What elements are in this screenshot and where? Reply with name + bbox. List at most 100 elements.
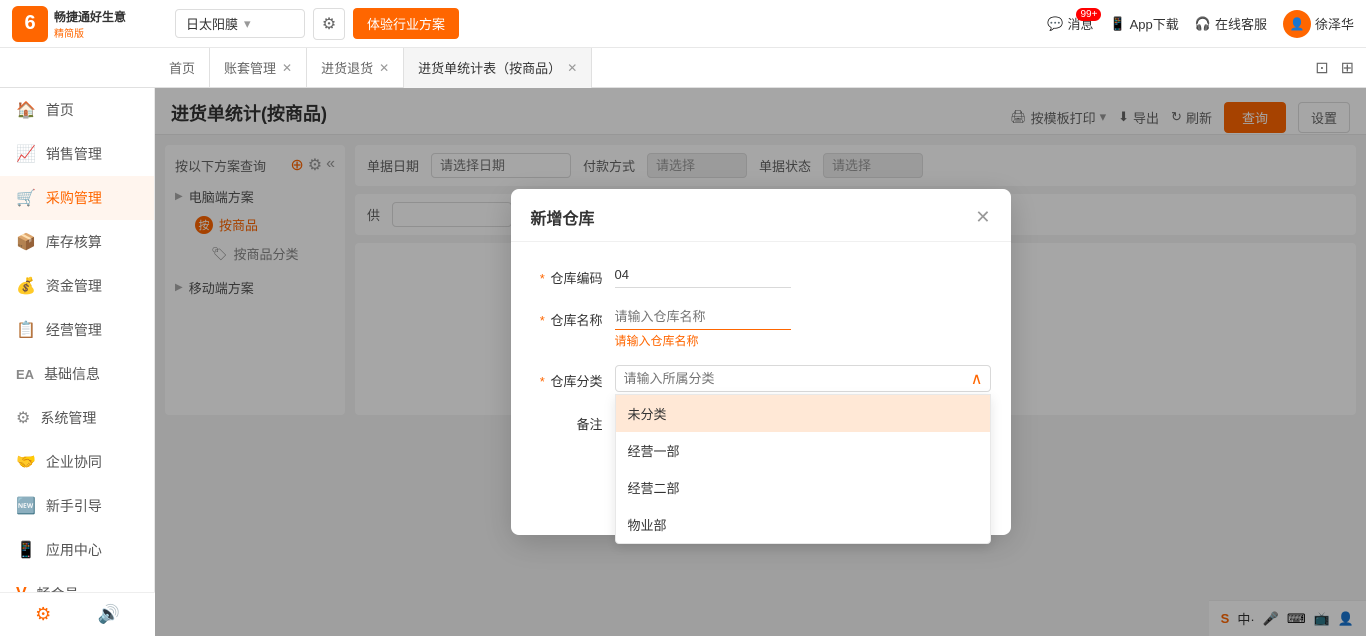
sidebar-label-system: 系统管理 xyxy=(40,408,96,428)
sidebar-label-operations: 经营管理 xyxy=(46,320,102,340)
finance-icon: 💰 xyxy=(16,276,36,296)
form-row-name: * 仓库名称 请输入仓库名称 xyxy=(531,304,991,349)
store-chevron: ▾ xyxy=(244,16,251,32)
dialog-title: 新增仓库 xyxy=(531,205,595,229)
sidebar-label-inventory: 库存核算 xyxy=(46,232,102,252)
sidebar-item-home[interactable]: 🏠 首页 xyxy=(0,88,154,132)
header-right: 💬 消息 99+ 📱 App下载 🎧 在线客服 👤 徐泽华 xyxy=(1047,10,1354,38)
guide-icon: 🆕 xyxy=(16,496,36,516)
name-input[interactable] xyxy=(615,304,791,330)
apps-icon: 📱 xyxy=(16,540,36,560)
dialog-header: 新增仓库 ✕ xyxy=(511,189,1011,242)
sidebar-item-sales[interactable]: 📈 销售管理 xyxy=(0,132,154,176)
modal-overlay: 新增仓库 ✕ * 仓库编码 xyxy=(155,88,1366,636)
tab-purchase-return-close[interactable]: ✕ xyxy=(379,61,389,75)
tab-restore-icon[interactable]: ⊡ xyxy=(1311,54,1332,82)
tab-home[interactable]: 首页 xyxy=(155,48,210,88)
logo-badge: 精简版 xyxy=(54,25,126,40)
dialog-body: * 仓库编码 * 仓库名称 xyxy=(511,242,1011,454)
sidebar-item-purchase[interactable]: 🛒 采购管理 xyxy=(0,176,154,220)
gear-button[interactable]: ⚙ xyxy=(313,8,345,40)
sidebar-item-cooperation[interactable]: 🤝 企业协同 xyxy=(0,440,154,484)
dialog-close-button[interactable]: ✕ xyxy=(975,207,990,228)
required-star-code: * xyxy=(540,271,545,286)
sidebar-label-sales: 销售管理 xyxy=(46,144,102,164)
tab-purchase-return[interactable]: 进货退货 ✕ xyxy=(307,48,404,88)
sidebar-item-system[interactable]: ⚙ 系统管理 xyxy=(0,396,154,440)
settings-bottom-icon[interactable]: ⚙ xyxy=(35,604,51,625)
store-name: 日太阳膜 xyxy=(186,14,238,33)
dropdown-item-2[interactable]: 经营二部 xyxy=(616,469,990,506)
store-selector[interactable]: 日太阳膜 ▾ xyxy=(175,9,305,38)
dropdown-item-1[interactable]: 经营一部 xyxy=(616,432,990,469)
sidebar-label-purchase: 采购管理 xyxy=(46,188,102,208)
logo-text-area: 畅捷通好生意 精简版 xyxy=(54,8,126,40)
sidebar-item-finance[interactable]: 💰 资金管理 xyxy=(0,264,154,308)
category-input[interactable] xyxy=(615,365,991,392)
sidebar-bottom-bar: ⚙ 🔊 xyxy=(0,592,155,636)
form-row-code: * 仓库编码 xyxy=(531,262,991,288)
sidebar-label-cooperation: 企业协同 xyxy=(46,452,102,472)
tab-account-close[interactable]: ✕ xyxy=(282,61,292,75)
tab-actions: ⊡ ⊞ xyxy=(1311,54,1366,82)
code-input[interactable] xyxy=(615,262,791,288)
tab-purchase-stat[interactable]: 进货单统计表（按商品） ✕ xyxy=(404,48,592,88)
logo-area: 6 畅捷通好生意 精简版 xyxy=(12,6,167,42)
cooperation-icon: 🤝 xyxy=(16,452,36,472)
system-icon: ⚙ xyxy=(16,408,30,428)
trial-button[interactable]: 体验行业方案 xyxy=(353,8,459,39)
code-label: * 仓库编码 xyxy=(531,262,603,287)
form-row-category: * 仓库分类 ∧ 未分类 经营一部 经营二部 物业部 xyxy=(531,365,991,392)
note-label: 备注 xyxy=(531,408,603,433)
dropdown-item-0[interactable]: 未分类 xyxy=(616,395,990,432)
sidebar-item-operations[interactable]: 📋 经营管理 xyxy=(0,308,154,352)
sidebar-label-guide: 新手引导 xyxy=(46,496,102,516)
tab-purchase-stat-close[interactable]: ✕ xyxy=(567,61,577,75)
message-icon: 💬 xyxy=(1047,16,1063,32)
add-warehouse-dialog: 新增仓库 ✕ * 仓库编码 xyxy=(511,189,1011,535)
username-label: 徐泽华 xyxy=(1315,14,1354,33)
purchase-icon: 🛒 xyxy=(16,188,36,208)
logo-icon: 6 xyxy=(12,6,48,42)
dropdown-item-3[interactable]: 物业部 xyxy=(616,506,990,543)
app-download-label: App下载 xyxy=(1130,14,1179,33)
required-star-category: * xyxy=(540,374,545,389)
online-service-item[interactable]: 🎧 在线客服 xyxy=(1195,14,1267,33)
gear-icon: ⚙ xyxy=(322,14,336,34)
sidebar-item-inventory[interactable]: 📦 库存核算 xyxy=(0,220,154,264)
code-field-wrapper xyxy=(615,262,991,288)
home-icon: 🏠 xyxy=(16,100,36,120)
user-avatar: 👤 xyxy=(1283,10,1311,38)
sidebar-item-guide[interactable]: 🆕 新手引导 xyxy=(0,484,154,528)
app-download-item[interactable]: 📱 App下载 xyxy=(1109,14,1178,33)
basic-info-icon: EA xyxy=(16,367,34,382)
sidebar-label-apps: 应用中心 xyxy=(46,540,102,560)
tab-expand-icon[interactable]: ⊞ xyxy=(1337,54,1358,82)
required-star-name: * xyxy=(540,313,545,328)
operations-icon: 📋 xyxy=(16,320,36,340)
inventory-icon: 📦 xyxy=(16,232,36,252)
category-label: * 仓库分类 xyxy=(531,365,603,390)
logo-name: 畅捷通好生意 xyxy=(54,8,126,25)
online-service-label: 在线客服 xyxy=(1215,14,1267,33)
app-download-icon: 📱 xyxy=(1109,16,1125,32)
name-field-wrapper: 请输入仓库名称 xyxy=(615,304,991,349)
message-item[interactable]: 💬 消息 99+ xyxy=(1047,14,1093,33)
sidebar-item-apps[interactable]: 📱 应用中心 xyxy=(0,528,154,572)
tab-account[interactable]: 账套管理 ✕ xyxy=(210,48,307,88)
sidebar-item-basic-info[interactable]: EA 基础信息 xyxy=(0,352,154,396)
sidebar-label-basic-info: 基础信息 xyxy=(44,364,100,384)
user-item[interactable]: 👤 徐泽华 xyxy=(1283,10,1354,38)
name-error-msg: 请输入仓库名称 xyxy=(615,332,991,349)
sidebar-label-finance: 资金管理 xyxy=(46,276,102,296)
tab-bar: 首页 账套管理 ✕ 进货退货 ✕ 进货单统计表（按商品） ✕ ⊡ ⊞ xyxy=(0,48,1366,88)
content-area: 进货单统计(按商品) 🖨 按模板打印 ▾ ⬇ 导出 ↻ 刷新 xyxy=(155,88,1366,636)
category-dropdown: 未分类 经营一部 经营二部 物业部 xyxy=(615,394,991,544)
category-select-wrapper: ∧ 未分类 经营一部 经营二部 物业部 xyxy=(615,365,991,392)
sidebar-label-home: 首页 xyxy=(46,100,74,120)
message-badge: 99+ xyxy=(1076,8,1101,21)
top-header: 6 畅捷通好生意 精简版 日太阳膜 ▾ ⚙ 体验行业方案 💬 消息 99+ 📱 … xyxy=(0,0,1366,48)
audio-icon[interactable]: 🔊 xyxy=(97,604,119,625)
sidebar: 🏠 首页 📈 销售管理 🛒 采购管理 📦 库存核算 💰 资金管理 📋 经营管理 … xyxy=(0,88,155,636)
sales-icon: 📈 xyxy=(16,144,36,164)
